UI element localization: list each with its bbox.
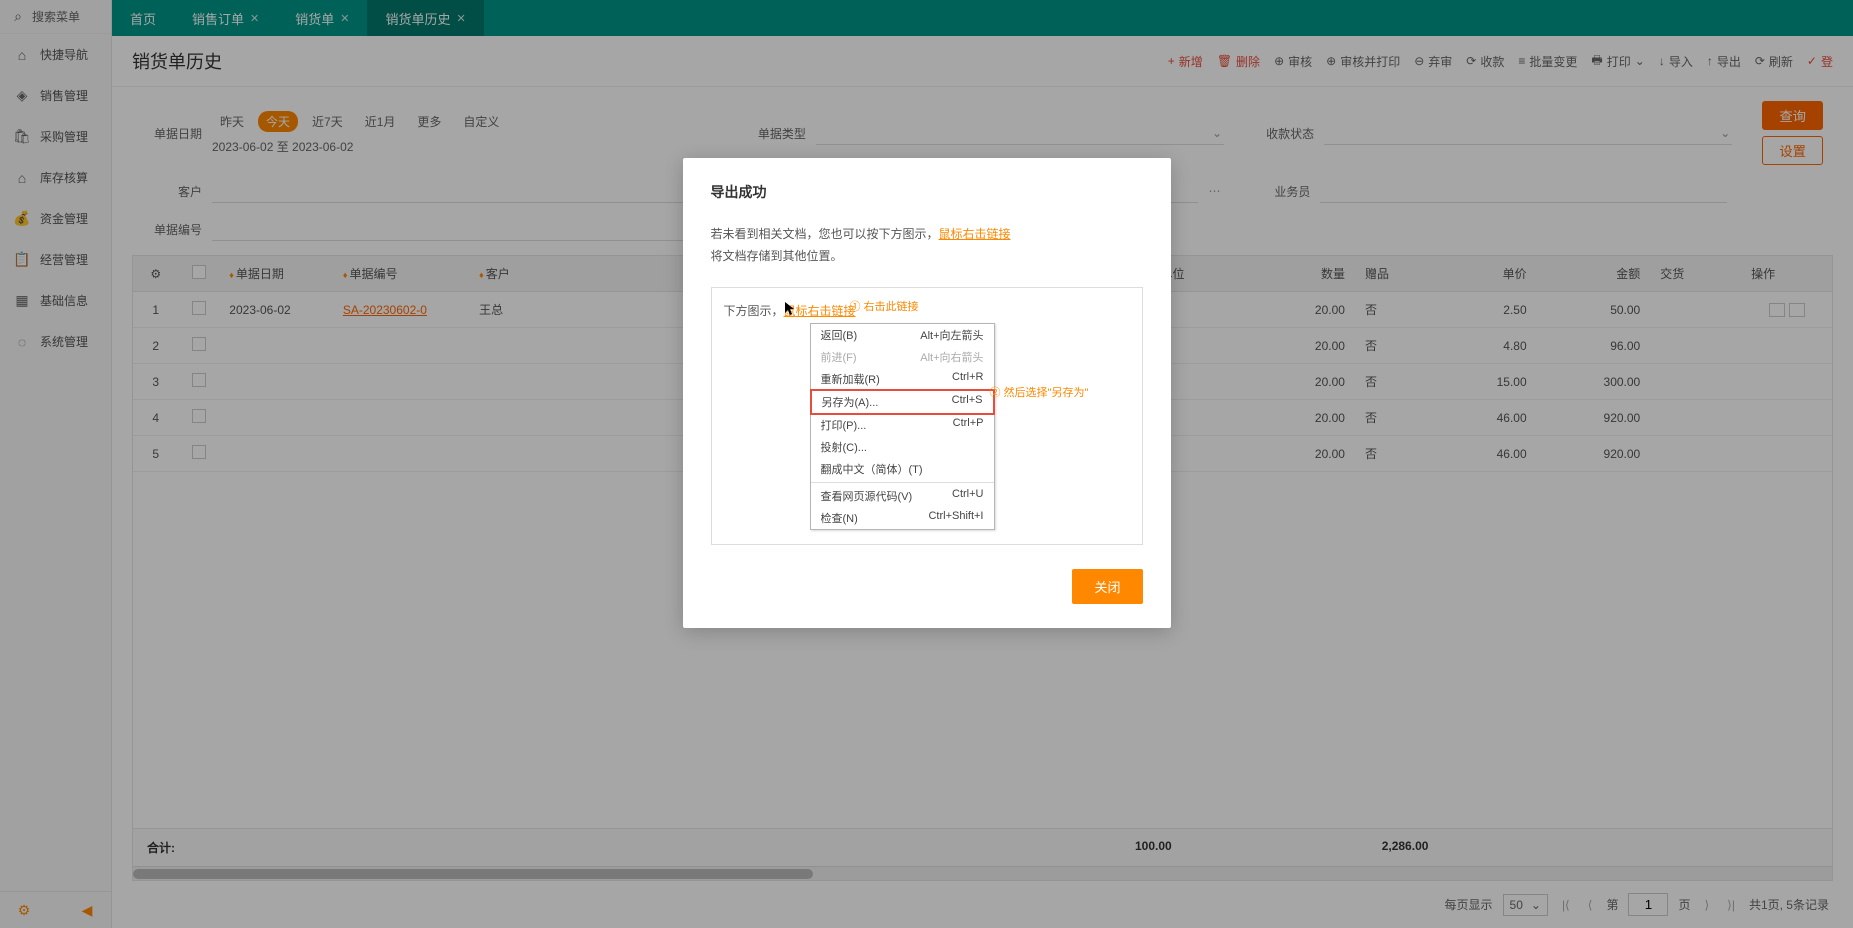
modal-title: 导出成功 [711,182,1143,202]
ctx-item: 打印(P)...Ctrl+P [811,414,994,436]
annotation-2: ② 然后选择"另存为" [990,384,1089,400]
ctx-item: 投射(C)... [811,436,994,458]
context-menu: 返回(B)Alt+向左箭头前进(F)Alt+向右箭头重新加载(R)Ctrl+R另… [810,323,995,530]
right-click-link[interactable]: 鼠标右击链接 [939,227,1011,241]
modal-text: 若未看到相关文档，您也可以按下方图示，鼠标右击链接 将文档存储到其他位置。 [711,224,1143,267]
instruction-image: ① 右击此链接 下方图示，鼠标右击链接 返回(B)Alt+向左箭头前进(F)Al… [711,287,1143,545]
ctx-item: 检查(N)Ctrl+Shift+I [811,507,994,529]
export-success-modal: 导出成功 若未看到相关文档，您也可以按下方图示，鼠标右击链接 将文档存储到其他位… [683,158,1171,628]
annotation-1: ① 右击此链接 [850,298,919,314]
ctx-item: 查看网页源代码(V)Ctrl+U [811,485,994,507]
ctx-item: 翻成中文（简体）(T) [811,458,994,480]
ctx-item: 前进(F)Alt+向右箭头 [811,346,994,368]
ctx-item: 另存为(A)...Ctrl+S [810,389,995,415]
ctx-item: 返回(B)Alt+向左箭头 [811,324,994,346]
close-button[interactable]: 关闭 [1072,569,1142,604]
ctx-item: 重新加载(R)Ctrl+R [811,368,994,390]
cursor-icon [785,302,795,316]
modal-overlay[interactable]: 导出成功 若未看到相关文档，您也可以按下方图示，鼠标右击链接 将文档存储到其他位… [0,0,1853,928]
